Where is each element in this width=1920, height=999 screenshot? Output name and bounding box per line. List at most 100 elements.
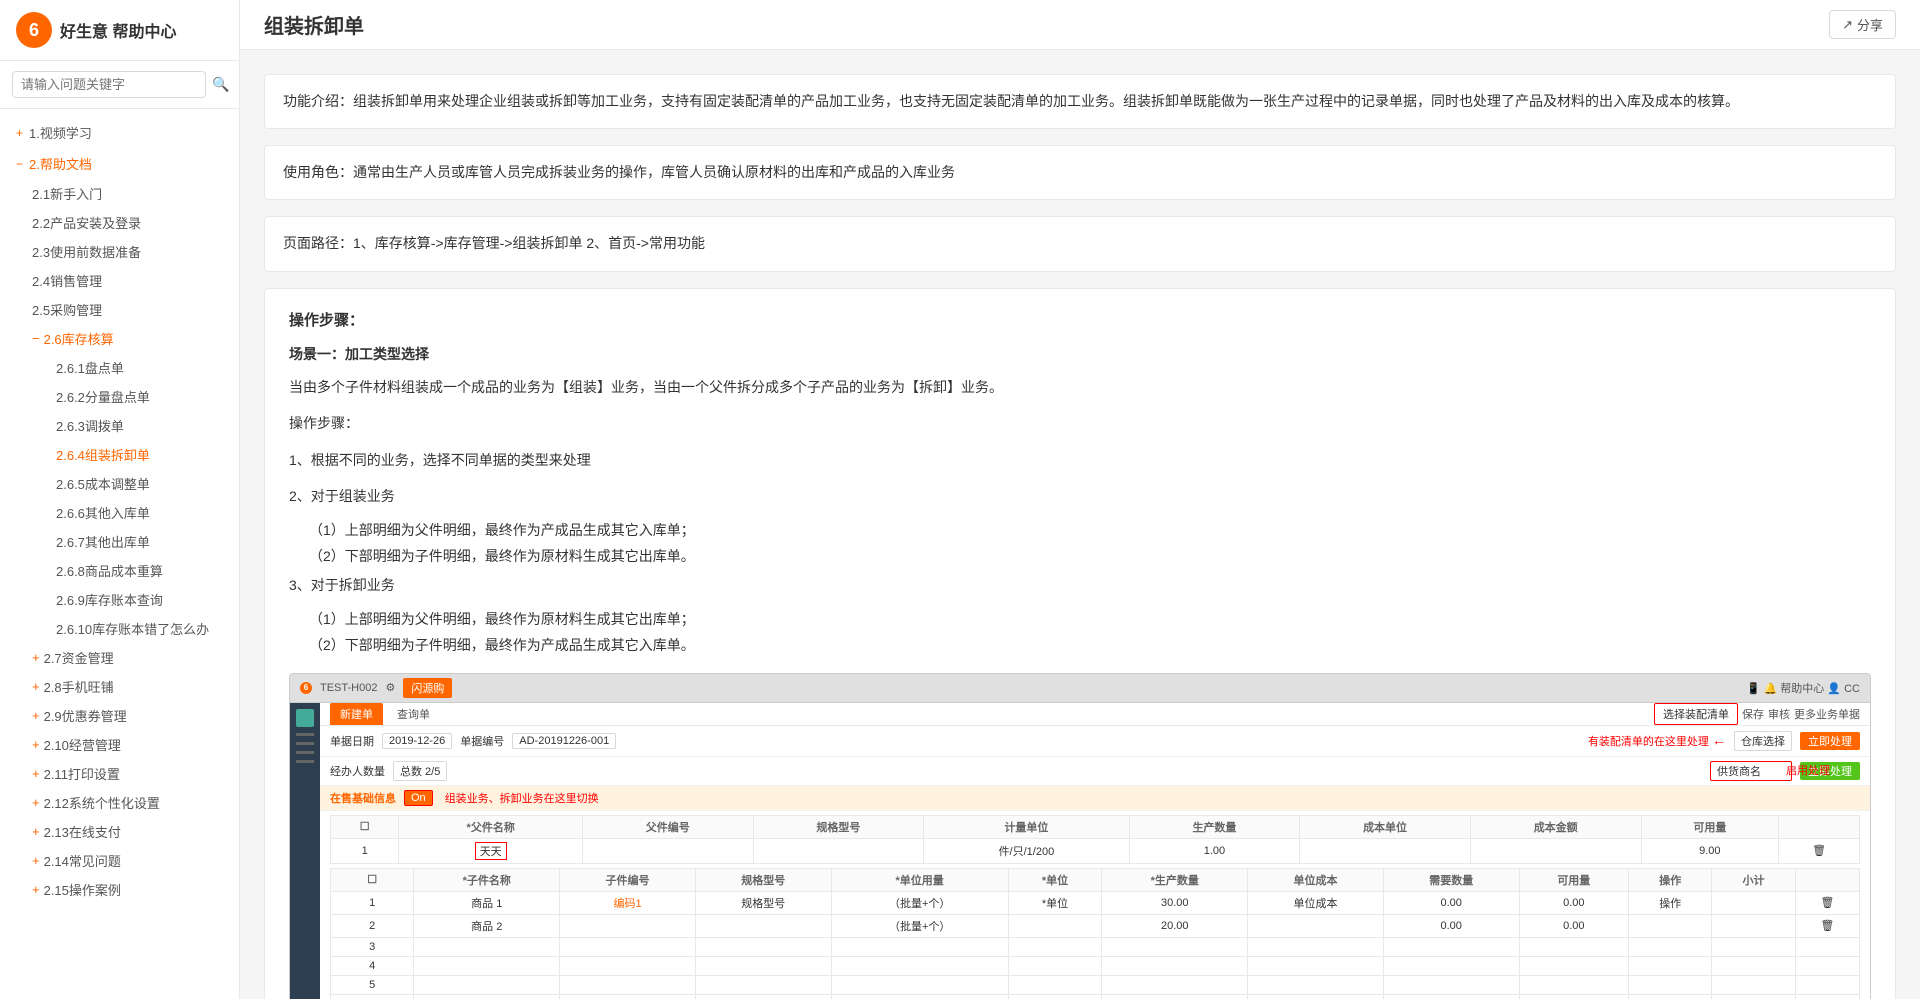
step2-label: 2、对于组装业务 bbox=[289, 483, 1871, 510]
docs-subnav: 2.1新手入门 2.2产品安装及登录 2.3使用前数据准备 2.4销售管理 2.… bbox=[0, 179, 239, 904]
sidebar-item-2-6-9[interactable]: 2.6.9库存账本查询 bbox=[48, 585, 239, 614]
table-row-lower-1: 1 商品 1 编码1 规格型号 （批量+个） *单位 30.00 单位成本 bbox=[331, 891, 1860, 914]
logo-icon: 6 bbox=[16, 12, 52, 48]
sim-form-row2: 经办人数量 总数 2/5 供货商名 立即处理 启用处理 bbox=[320, 757, 1870, 786]
sidebar-item-2-6[interactable]: −2.6库存核算 bbox=[32, 324, 239, 353]
table-row-lower-6: 6 bbox=[331, 994, 1860, 999]
sidebar-item-2-9[interactable]: +2.9优惠券管理 bbox=[32, 701, 239, 730]
sidebar-item-2-6-6[interactable]: 2.6.6其他入库单 bbox=[48, 498, 239, 527]
sidebar-item-2-14[interactable]: +2.14常见问题 bbox=[32, 846, 239, 875]
sidebar-item-2-15[interactable]: +2.15操作案例 bbox=[32, 875, 239, 904]
nav-tree: + 1.视频学习 − 2.帮助文档 2.1新手入门 2.2产品安装及登录 2.3… bbox=[0, 109, 239, 999]
anno-arrow-1: ← bbox=[1712, 732, 1726, 748]
sim-btn-c: 更多业务单据 bbox=[1794, 706, 1860, 722]
ops-title: 操作步骤： bbox=[289, 309, 1871, 330]
table-row-lower-3: 3 bbox=[331, 937, 1860, 956]
sim-icon-4 bbox=[296, 751, 314, 754]
assembly-step-1: （1）上部明细为父件明细，最终作为产成品生成其它入库单； bbox=[289, 520, 1871, 540]
sidebar-item-2-12[interactable]: +2.12系统个性化设置 bbox=[32, 788, 239, 817]
sidebar-item-docs-label: 2.帮助文档 bbox=[29, 154, 92, 173]
sidebar-item-2-5[interactable]: 2.5采购管理 bbox=[32, 295, 239, 324]
sim-extra-btns: 保存 审核 更多业务单据 bbox=[1742, 706, 1860, 722]
col-avail: 可用量 bbox=[1641, 815, 1779, 838]
cell-product-name: 天天 bbox=[475, 842, 507, 860]
sidebar-item-2-10[interactable]: +2.10经营管理 bbox=[32, 730, 239, 759]
sim-enable-input: 供货商名 bbox=[1710, 761, 1792, 781]
sim-lower-table: ☐ *子件名称 子件编号 规格型号 *单位用量 *单位 *生产数量 单位成本 bbox=[330, 868, 1860, 999]
sim-icons-right: 📱 🔔 帮助中心 👤 CC bbox=[1747, 680, 1860, 696]
intro-block: 功能介绍：组装拆卸单用来处理企业组装或拆卸等加工业务，支持有固定装配清单的产品加… bbox=[264, 74, 1896, 129]
search-input[interactable] bbox=[12, 71, 206, 98]
sim-left-bar bbox=[290, 703, 320, 999]
sim-anno-top: 有装配清单的在这里处理 ← bbox=[1588, 732, 1726, 749]
sidebar-item-2-1[interactable]: 2.1新手入门 bbox=[32, 179, 239, 208]
share-button[interactable]: ↗ 分享 bbox=[1829, 10, 1896, 39]
share-icon: ↗ bbox=[1842, 17, 1853, 33]
sim-toggle-label: 在售基础信息 bbox=[330, 790, 396, 806]
sidebar-item-2-6-3[interactable]: 2.6.3调拨单 bbox=[48, 411, 239, 440]
sidebar-item-2-4[interactable]: 2.4销售管理 bbox=[32, 266, 239, 295]
sim-label-id: 单据编号 bbox=[460, 733, 504, 749]
col-code: 父件编号 bbox=[582, 815, 753, 838]
sidebar-item-2-6-5[interactable]: 2.6.5成本调整单 bbox=[48, 469, 239, 498]
sim-icon-1 bbox=[296, 709, 314, 727]
sidebar-item-2-13[interactable]: +2.13在线支付 bbox=[32, 817, 239, 846]
main-area: 组装拆卸单 ↗ 分享 功能介绍：组装拆卸单用来处理企业组装或拆卸等加工业务，支持… bbox=[240, 0, 1920, 999]
col-cost: 成本单位 bbox=[1300, 815, 1471, 838]
sidebar-item-2-2[interactable]: 2.2产品安装及登录 bbox=[32, 208, 239, 237]
anno-toggle-text: 组装业务、拆卸业务在这里切换 bbox=[445, 790, 599, 806]
sim-table-upper: ☐ *父件名称 父件编号 规格型号 计量单位 生产数量 成本单位 成本金额 bbox=[320, 815, 1870, 868]
sim-title: TEST-H002 bbox=[320, 682, 377, 694]
sim-input-id: AD-20191226-001 bbox=[512, 733, 616, 749]
sim-gear-icon: ⚙ bbox=[385, 681, 395, 694]
sim-icon-3 bbox=[296, 742, 314, 745]
operations-card: 操作步骤： 场景一：加工类型选择 当由多个子件材料组装成一个成品的业务为【组装】… bbox=[264, 288, 1896, 999]
plus-icon: + bbox=[16, 126, 23, 140]
sim-main: 新建单 查询单 选择装配清单 保存 审核 bbox=[320, 703, 1870, 999]
col-checkbox: ☐ bbox=[331, 815, 399, 838]
minus-icon: − bbox=[16, 157, 23, 171]
path-text: 页面路径：1、库存核算->库存管理->组装拆卸单 2、首页->常用功能 bbox=[283, 235, 705, 251]
sim-btn-a: 保存 bbox=[1742, 706, 1764, 722]
sidebar-item-2-8[interactable]: +2.8手机旺铺 bbox=[32, 672, 239, 701]
sim-toggle-row: 在售基础信息 On 组装业务、拆卸业务在这里切换 bbox=[320, 786, 1870, 811]
assembly-step-2: （2）下部明细为子件明细，最终作为原材料生成其它出库单。 bbox=[289, 546, 1871, 566]
table-row-lower-2: 2 商品 2 （批量+个） 20.00 bbox=[331, 914, 1860, 937]
search-box: 🔍 bbox=[0, 61, 239, 109]
sim-form-row1: 单据日期 2019-12-26 单据编号 AD-20191226-001 有装配… bbox=[320, 726, 1870, 757]
table-row: 1 天天 件/只/1/200 1.00 bbox=[331, 838, 1860, 863]
sim-confirm-btn: 立即处理 bbox=[1800, 732, 1860, 750]
sidebar-item-2-6-10[interactable]: 2.6.10库存账本错了怎么办 bbox=[48, 614, 239, 643]
sim-input-num: 总数 2/5 bbox=[393, 761, 447, 781]
content-area: 功能介绍：组装拆卸单用来处理企业组装或拆卸等加工业务，支持有固定装配清单的产品加… bbox=[240, 50, 1920, 999]
table-row-lower-5: 5 bbox=[331, 975, 1860, 994]
sim-tab-2: 查询单 bbox=[387, 703, 440, 725]
sidebar-item-docs[interactable]: − 2.帮助文档 bbox=[0, 148, 239, 179]
sim-input-date: 2019-12-26 bbox=[382, 733, 452, 749]
sidebar-item-2-7[interactable]: +2.7资金管理 bbox=[32, 643, 239, 672]
sim-annotation-area: 选择装配清单 保存 审核 更多业务单据 bbox=[1654, 703, 1860, 725]
sidebar-item-video[interactable]: + 1.视频学习 bbox=[0, 117, 239, 148]
topbar: 组装拆卸单 ↗ 分享 bbox=[240, 0, 1920, 50]
sidebar: 6 好生意 帮助中心 🔍 + 1.视频学习 − 2.帮助文档 2.1新手入门 2… bbox=[0, 0, 240, 999]
step3-label: 3、对于拆卸业务 bbox=[289, 572, 1871, 599]
table-row-lower-4: 4 bbox=[331, 956, 1860, 975]
sim-table-lower: ☐ *子件名称 子件编号 规格型号 *单位用量 *单位 *生产数量 单位成本 bbox=[320, 868, 1870, 999]
sim-upper-table: ☐ *父件名称 父件编号 规格型号 计量单位 生产数量 成本单位 成本金额 bbox=[330, 815, 1860, 864]
sidebar-item-2-6-2[interactable]: 2.6.2分量盘点单 bbox=[48, 382, 239, 411]
sidebar-item-2-6-1[interactable]: 2.6.1盘点单 bbox=[48, 353, 239, 382]
sim-annotation-container: 单据日期 2019-12-26 单据编号 AD-20191226-001 有装配… bbox=[320, 726, 1870, 811]
sim-select-btn-area: 选择装配清单 bbox=[1654, 703, 1738, 725]
sidebar-item-2-11[interactable]: +2.11打印设置 bbox=[32, 759, 239, 788]
sidebar-item-2-3[interactable]: 2.3使用前数据准备 bbox=[32, 237, 239, 266]
sim-icon-2 bbox=[296, 733, 314, 736]
sidebar-item-2-6-8[interactable]: 2.6.8商品成本重算 bbox=[48, 556, 239, 585]
path-block: 页面路径：1、库存核算->库存管理->组装拆卸单 2、首页->常用功能 bbox=[264, 216, 1896, 271]
sim-logo: 6 bbox=[300, 682, 312, 694]
search-button[interactable]: 🔍 bbox=[212, 76, 229, 93]
col-action bbox=[1779, 815, 1860, 838]
sim-tabbar: 新建单 查询单 选择装配清单 保存 审核 bbox=[320, 703, 1870, 726]
sidebar-item-2-6-7[interactable]: 2.6.7其他出库单 bbox=[48, 527, 239, 556]
anno-top-text: 有装配清单的在这里处理 bbox=[1588, 736, 1709, 748]
sidebar-item-2-6-4[interactable]: 2.6.4组装拆卸单 bbox=[48, 440, 239, 469]
